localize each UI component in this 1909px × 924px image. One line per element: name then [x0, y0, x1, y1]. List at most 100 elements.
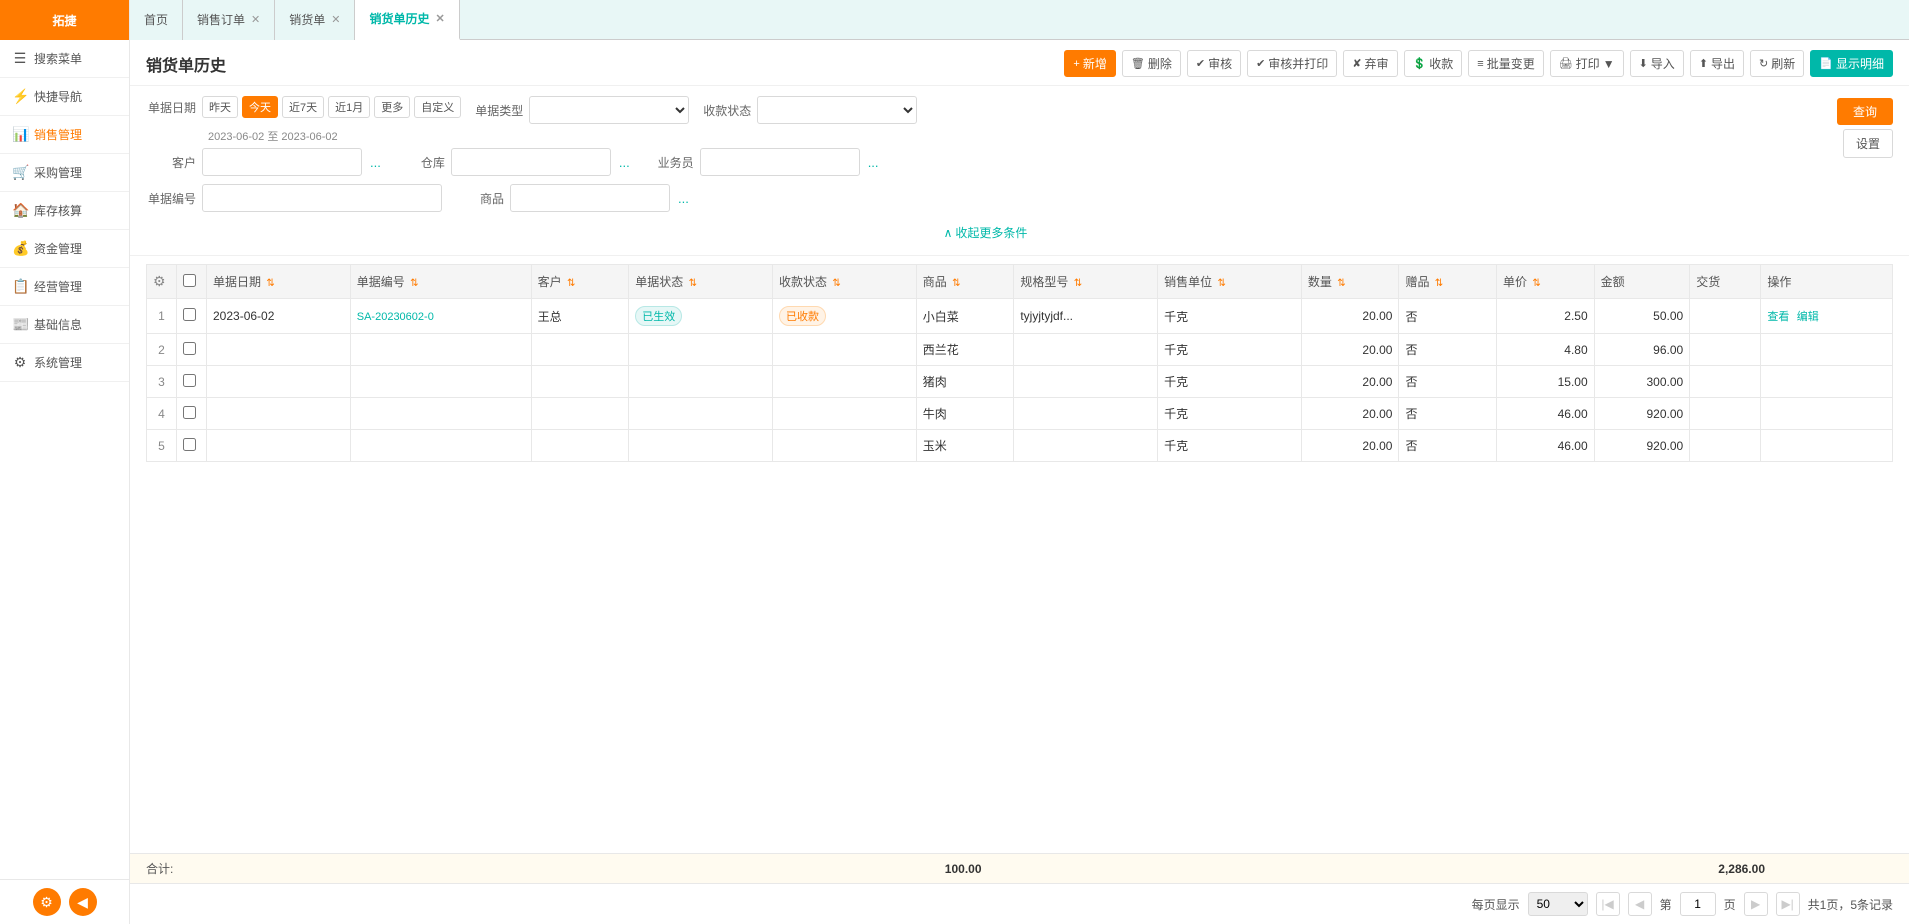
customer-ellipsis-btn[interactable]: ...	[368, 155, 383, 170]
sidebar-item-inventory[interactable]: 🏠 库存核算	[0, 192, 129, 230]
next-page-btn[interactable]: ▶	[1744, 892, 1768, 916]
set-button[interactable]: 设置	[1843, 129, 1893, 158]
audit-button[interactable]: ✔ 审核	[1187, 50, 1241, 77]
sales-unit-col-header[interactable]: 销售单位 ⇅	[1158, 265, 1302, 299]
table-row: 5 玉米 千克 20.00 否 46.00 920.00	[147, 430, 1893, 462]
sidebar-item-label: 销售管理	[34, 126, 82, 143]
batch-change-button[interactable]: ≡ 批量变更	[1468, 50, 1543, 77]
more-btn[interactable]: 更多	[374, 96, 410, 118]
last7days-btn[interactable]: 近7天	[282, 96, 324, 118]
column-settings-icon[interactable]: ⚙	[153, 273, 166, 289]
query-button[interactable]: 查询	[1837, 98, 1893, 125]
today-btn[interactable]: 今天	[242, 96, 278, 118]
customer-input[interactable]	[202, 148, 362, 176]
export-button[interactable]: ⬆ 导出	[1690, 50, 1744, 77]
quantity-col-header[interactable]: 数量 ⇅	[1301, 265, 1399, 299]
collect-status-col-header[interactable]: 收款状态 ⇅	[773, 265, 917, 299]
doc-number-input[interactable]	[202, 184, 442, 212]
basic-info-icon: 📰	[12, 316, 28, 333]
tab-sales-history-close[interactable]: ✕	[436, 12, 445, 25]
row-checkbox[interactable]	[183, 342, 196, 355]
print-icon: 🖨	[1559, 57, 1573, 70]
sidebar-item-purchase-mgmt[interactable]: 🛒 采购管理	[0, 154, 129, 192]
sidebar-item-search-menu[interactable]: ☰ 搜索菜单	[0, 40, 129, 78]
spec-type-col-header[interactable]: 规格型号 ⇅	[1014, 265, 1158, 299]
doc-number-col-header[interactable]: 单据编号 ⇅	[350, 265, 531, 299]
abandon-button[interactable]: ✘ 弃审	[1343, 50, 1397, 77]
tab-home-label: 首页	[144, 11, 168, 28]
salesperson-ellipsis-btn[interactable]: ...	[866, 155, 881, 170]
collapse-btn[interactable]: ∧ 收起更多条件	[944, 224, 1028, 241]
row-checkbox[interactable]	[183, 308, 196, 321]
warehouse-input[interactable]	[451, 148, 611, 176]
collect-status-select[interactable]	[757, 96, 917, 124]
sales-unit-cell: 千克	[1158, 334, 1302, 366]
per-page-select[interactable]: 50 100	[1528, 892, 1588, 916]
page-number-input[interactable]: 1	[1680, 892, 1716, 916]
yesterday-btn[interactable]: 昨天	[202, 96, 238, 118]
print-button[interactable]: 🖨 打印 ▼	[1550, 50, 1624, 77]
show-details-button[interactable]: 📄 显示明细	[1810, 50, 1893, 77]
product-col-header[interactable]: 商品 ⇅	[916, 265, 1014, 299]
audit-print-button[interactable]: ✔ 审核并打印	[1247, 50, 1337, 77]
new-button[interactable]: + 新增	[1064, 50, 1115, 77]
custom-btn[interactable]: 自定义	[414, 96, 461, 118]
customer-col-header[interactable]: 客户 ⇅	[531, 265, 629, 299]
row-checkbox[interactable]	[183, 438, 196, 451]
table-container: ⚙ 单据日期 ⇅ 单据编号 ⇅	[130, 256, 1909, 853]
tab-sales-delivery[interactable]: 销货单 ✕	[275, 0, 355, 40]
transaction-cell	[1690, 299, 1761, 334]
doc-status-cell	[629, 334, 773, 366]
tab-home[interactable]: 首页	[130, 0, 183, 40]
product-ellipsis-btn[interactable]: ...	[676, 191, 691, 206]
gift-cell: 否	[1399, 430, 1497, 462]
row-checkbox[interactable]	[183, 374, 196, 387]
op-btn[interactable]: 查看	[1767, 311, 1789, 323]
doc-type-select[interactable]	[529, 96, 689, 124]
doc-date-col-header[interactable]: 单据日期 ⇅	[207, 265, 351, 299]
doc-status-col-header[interactable]: 单据状态 ⇅	[629, 265, 773, 299]
sidebar-item-operations[interactable]: 📋 经营管理	[0, 268, 129, 306]
sidebar-settings-btn[interactable]: ⚙	[33, 888, 61, 916]
doc-number-link[interactable]: SA-20230602-0	[357, 311, 434, 323]
sidebar-item-finance[interactable]: 💰 资金管理	[0, 230, 129, 268]
import-button[interactable]: ⬇ 导入	[1630, 50, 1684, 77]
tab-sales-order-close[interactable]: ✕	[251, 13, 260, 26]
sidebar-item-quick-nav[interactable]: ⚡ 快捷导航	[0, 78, 129, 116]
new-label: 新增	[1083, 55, 1107, 72]
doc-status-cell	[629, 430, 773, 462]
refresh-button[interactable]: ↻ 刷新	[1750, 50, 1804, 77]
row-checkbox[interactable]	[183, 406, 196, 419]
tab-sales-delivery-close[interactable]: ✕	[331, 13, 340, 26]
system-mgmt-icon: ⚙	[12, 354, 28, 371]
sidebar-item-system-mgmt[interactable]: ⚙ 系统管理	[0, 344, 129, 382]
salesperson-input[interactable]	[700, 148, 860, 176]
amount-col-label: 金额	[1601, 275, 1625, 289]
sidebar-item-basic-info[interactable]: 📰 基础信息	[0, 306, 129, 344]
select-all-checkbox[interactable]	[183, 274, 196, 287]
first-page-btn[interactable]: |◀	[1596, 892, 1620, 916]
prev-page-btn[interactable]: ◀	[1628, 892, 1652, 916]
collect-button[interactable]: 💲 收款	[1404, 50, 1463, 77]
table-footer: 合计: 100.00 2,286.00	[130, 853, 1909, 883]
warehouse-ellipsis-btn[interactable]: ...	[617, 155, 632, 170]
sidebar-collapse-btn[interactable]: ◀	[69, 888, 97, 916]
tab-sales-order[interactable]: 销售订单 ✕	[183, 0, 275, 40]
delete-button[interactable]: 🗑 删除	[1122, 50, 1181, 77]
last1month-btn[interactable]: 近1月	[328, 96, 370, 118]
sidebar-item-label: 采购管理	[34, 164, 82, 181]
sidebar-item-sales-mgmt[interactable]: 📊 销售管理	[0, 116, 129, 154]
doc-number-cell	[350, 430, 531, 462]
gift-col-header[interactable]: 赠品 ⇅	[1399, 265, 1497, 299]
amount-cell: 50.00	[1594, 299, 1690, 334]
gift-cell: 否	[1399, 334, 1497, 366]
last-page-btn[interactable]: ▶|	[1776, 892, 1800, 916]
abandon-icon: ✘	[1352, 57, 1361, 70]
op-btn[interactable]: 编辑	[1797, 311, 1819, 323]
doc-number-cell	[350, 398, 531, 430]
product-input[interactable]	[510, 184, 670, 212]
unit-price-col-header[interactable]: 单价 ⇅	[1497, 265, 1595, 299]
content-area: 销货单历史 + 新增 🗑 删除 ✔ 审核 ✔ 审核并打印	[130, 40, 1909, 924]
tab-sales-history[interactable]: 销货单历史 ✕	[355, 0, 459, 40]
unit-price-col-label: 单价	[1503, 275, 1527, 289]
